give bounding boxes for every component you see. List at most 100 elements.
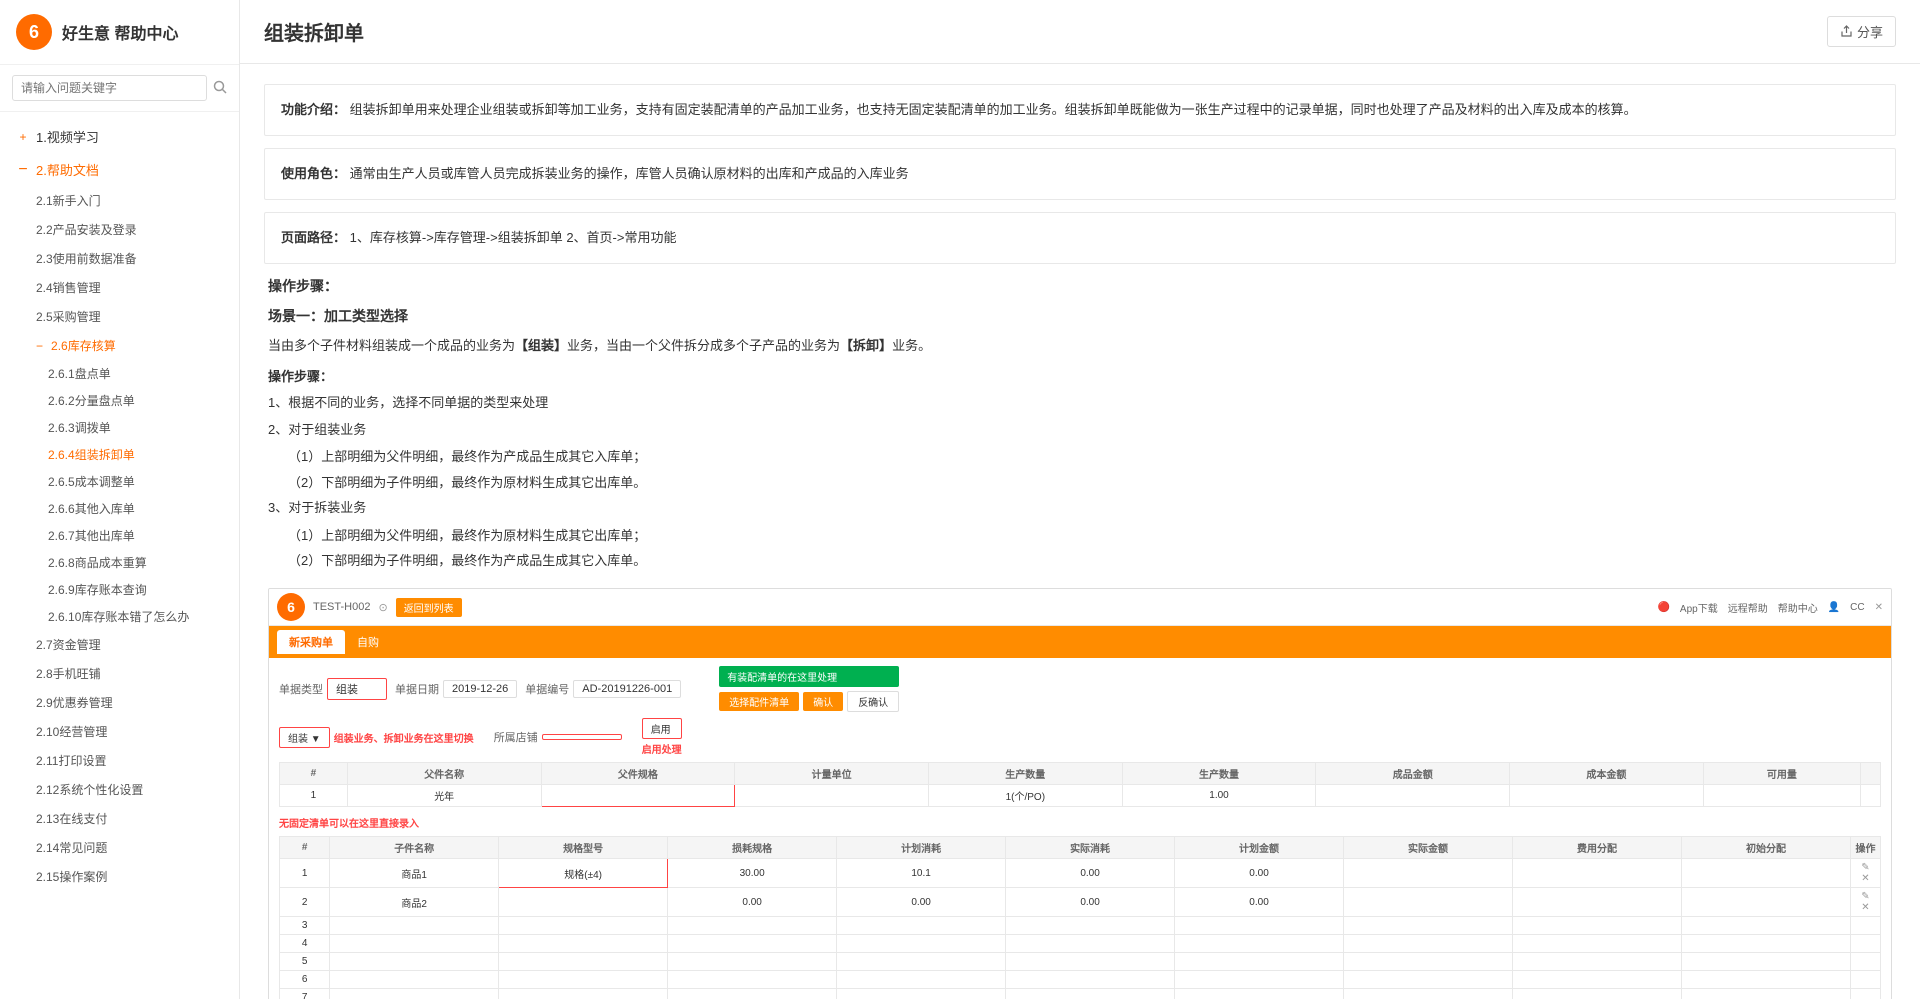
screenshot-tab-active[interactable]: 新采购单	[277, 630, 345, 654]
lower-cell-3-loss	[668, 917, 837, 935]
lower-cell-5-name	[330, 953, 499, 971]
sidebar-item-install[interactable]: 2.2产品安装及登录	[0, 215, 239, 244]
lower-cell-3-init	[1681, 917, 1850, 935]
lower-cell-1-name: 商品1	[330, 859, 499, 888]
warehouse-field: 所属店铺	[494, 729, 622, 745]
upper-col-cost-amt: 成本金额	[1510, 763, 1704, 785]
lower-col-plan-consume: 计划消耗	[837, 837, 1006, 859]
annotation-1-buttons: 选择配件清单 确认 反确认	[719, 691, 899, 712]
warehouse-input[interactable]	[542, 734, 622, 740]
lower-cell-1-edit-icon[interactable]: ✎	[1861, 862, 1869, 873]
search-input[interactable]	[12, 75, 207, 101]
share-button[interactable]: 分享	[1827, 16, 1896, 47]
nav-section-2: − 2.帮助文档 2.1新手入门 2.2产品安装及登录 2.3使用前数据准备 2…	[0, 153, 239, 891]
screenshot-user-icon: 👤	[1828, 602, 1840, 613]
sidebar-item-other-out[interactable]: 2.6.7其他出库单	[0, 522, 239, 549]
sidebar-item-cost-recalc[interactable]: 2.6.8商品成本重算	[0, 549, 239, 576]
btn-unconfirm[interactable]: 反确认	[847, 691, 899, 712]
lower-cell-6-loss	[668, 971, 837, 989]
upper-cell-1-spec	[541, 785, 735, 807]
lower-cell-1-delete-icon[interactable]: ✕	[1861, 873, 1869, 884]
minus-icon-2: −	[36, 339, 43, 353]
sidebar-item-stock-error[interactable]: 2.6.10库存账本错了怎么办	[0, 603, 239, 630]
lower-cell-2-edit-icon[interactable]: ✎	[1861, 891, 1869, 902]
lower-cell-2-op[interactable]: ✎ ✕	[1851, 888, 1881, 917]
upper-cell-1-avail	[1703, 785, 1860, 807]
sidebar-item-other-in[interactable]: 2.6.6其他入库单	[0, 495, 239, 522]
type-switch-area: 组装 ▼ 组装业务、拆卸业务在这里切换	[279, 727, 474, 748]
lower-cell-4-init	[1681, 935, 1850, 953]
form-type-label: 单据类型	[279, 681, 323, 697]
lower-cell-4-actual-amt	[1344, 935, 1513, 953]
form-no-input[interactable]: AD-20191226-001	[573, 680, 681, 698]
annotation-2-text: 组装业务、拆卸业务在这里切换	[334, 730, 474, 745]
lower-row-3: 3	[280, 917, 1881, 935]
sidebar-item-cases[interactable]: 2.15操作案例	[0, 862, 239, 891]
form-type-input[interactable]: 组装	[327, 678, 387, 700]
sidebar-item-stock-count[interactable]: 2.6.1盘点单	[0, 360, 239, 387]
sidebar-item-transfer[interactable]: 2.6.3调拨单	[0, 414, 239, 441]
sidebar-item-newbie[interactable]: 2.1新手入门	[0, 186, 239, 215]
lower-cell-1-spec: 规格(±4)	[499, 859, 668, 888]
sidebar-item-data-prep[interactable]: 2.3使用前数据准备	[0, 244, 239, 273]
sidebar-item-finance[interactable]: 2.7资金管理	[0, 630, 239, 659]
screenshot-form: 单据类型 组装 单据日期 2019-12-26 单据编号 AD-20191226…	[269, 658, 1891, 999]
lower-row-4: 4	[280, 935, 1881, 953]
sidebar-item-video[interactable]: + 1.视频学习	[0, 120, 239, 153]
lower-cell-5-fee	[1512, 953, 1681, 971]
sidebar-item-sales[interactable]: 2.4销售管理	[0, 273, 239, 302]
lower-cell-6-actual-amt	[1344, 971, 1513, 989]
screenshot-remote-help: 远程帮助	[1728, 600, 1768, 615]
upper-cell-1-name: 光年	[347, 785, 541, 807]
lower-cell-7-init	[1681, 989, 1850, 999]
share-icon	[1840, 25, 1853, 38]
upper-col-op	[1861, 763, 1881, 785]
sidebar-item-stock-query[interactable]: 2.6.9库存账本查询	[0, 576, 239, 603]
sidebar-item-faq[interactable]: 2.14常见问题	[0, 833, 239, 862]
sidebar-item-partial-stock[interactable]: 2.6.2分量盘点单	[0, 387, 239, 414]
lower-row-6: 6	[280, 971, 1881, 989]
screenshot-title-left: 6 TEST-H002 ⊙ 返回到列表	[277, 593, 462, 621]
sidebar-item-assembly[interactable]: 2.6.4组装拆卸单	[0, 441, 239, 468]
logo-text: 好生意 帮助中心	[62, 20, 178, 44]
sidebar-item-cost-adjust[interactable]: 2.6.5成本调整单	[0, 468, 239, 495]
lower-row-1: 1 商品1 规格(±4) 30.00 10.1 0.00 0.00	[280, 859, 1881, 888]
sidebar-item-coupon[interactable]: 2.9优惠券管理	[0, 688, 239, 717]
screenshot-close-icon[interactable]: ✕	[1875, 602, 1883, 613]
sidebar-item-operation[interactable]: 2.10经营管理	[0, 717, 239, 746]
lower-cell-4-name	[330, 935, 499, 953]
upper-cell-1-qty2: 1.00	[1122, 785, 1316, 807]
screenshot-nav-btn[interactable]: 返回到列表	[396, 598, 462, 617]
search-area[interactable]	[0, 65, 239, 112]
lower-table: # 子件名称 规格型号 损耗规格 计划消耗 实际消耗 计划金额 实际金额 费用分…	[279, 836, 1881, 999]
upper-cell-1-unit	[735, 785, 929, 807]
form-date-input[interactable]: 2019-12-26	[443, 680, 517, 698]
sidebar-item-print[interactable]: 2.11打印设置	[0, 746, 239, 775]
lower-cell-5-plan	[837, 953, 1006, 971]
sidebar-item-payment[interactable]: 2.13在线支付	[0, 804, 239, 833]
screenshot-icon-red: 🔴	[1657, 602, 1669, 613]
sidebar-item-purchase[interactable]: 2.5采购管理	[0, 302, 239, 331]
lower-cell-2-plan-amt: 0.00	[1175, 888, 1344, 917]
warehouse-label: 所属店铺	[494, 729, 538, 745]
scene-1: 场景一：加工类型选择 当由多个子件材料组装成一个成品的业务为【组装】业务，当由一…	[268, 306, 1892, 572]
lower-cell-2-delete-icon[interactable]: ✕	[1861, 902, 1869, 913]
sidebar-item-mobile[interactable]: 2.8手机旺铺	[0, 659, 239, 688]
intro-label: 功能介绍：	[281, 102, 346, 117]
lower-cell-1-plan: 10.1	[837, 859, 1006, 888]
lower-cell-4-op	[1851, 935, 1881, 953]
type-switch-btn[interactable]: 组装 ▼	[279, 727, 330, 748]
sidebar-item-inventory[interactable]: − 2.6库存核算	[0, 331, 239, 360]
search-button[interactable]	[213, 80, 227, 97]
lower-row-7: 7	[280, 989, 1881, 999]
sidebar-item-personalize[interactable]: 2.12系统个性化设置	[0, 775, 239, 804]
upper-col-product-amt: 成品金额	[1316, 763, 1510, 785]
intro-text: 组装拆卸单用来处理企业组装或拆卸等加工业务，支持有固定装配清单的产品加工业务，也…	[350, 102, 1637, 117]
enable-btn[interactable]: 启用	[642, 718, 682, 739]
btn-confirm[interactable]: 确认	[803, 692, 843, 711]
screenshot-tab-self[interactable]: 自购	[349, 630, 387, 654]
lower-cell-1-op[interactable]: ✎ ✕	[1851, 859, 1881, 888]
sidebar-item-docs[interactable]: − 2.帮助文档	[0, 153, 239, 186]
lower-cell-3-name	[330, 917, 499, 935]
btn-select-config[interactable]: 选择配件清单	[719, 692, 799, 711]
